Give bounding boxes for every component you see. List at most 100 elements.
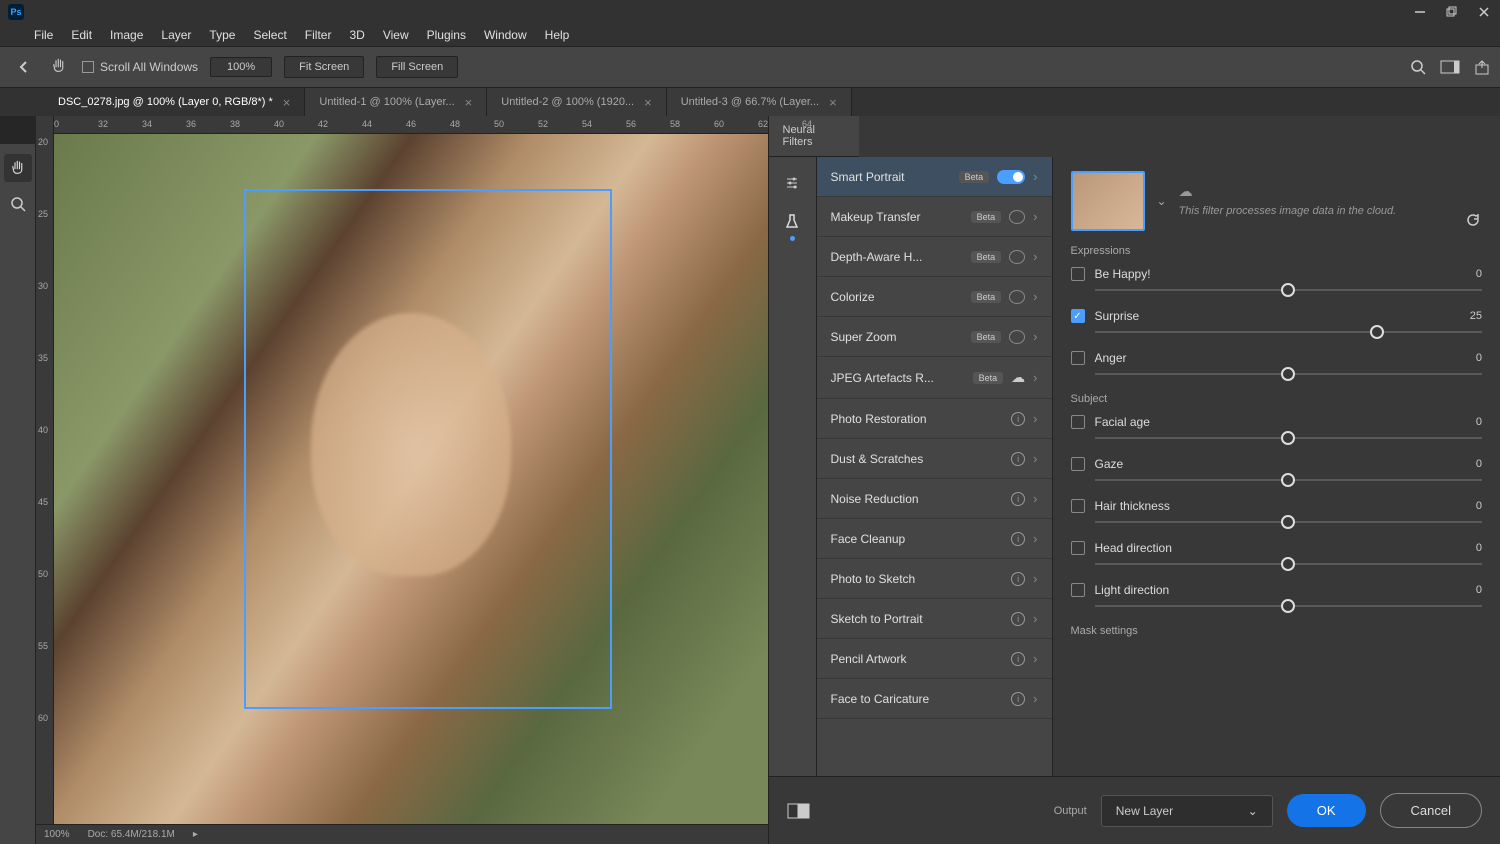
slider-track[interactable] — [1095, 373, 1483, 375]
slider-checkbox[interactable] — [1071, 583, 1085, 597]
menu-filter[interactable]: Filter — [297, 26, 340, 44]
filter-toggle[interactable] — [1009, 210, 1025, 224]
slider-checkbox[interactable] — [1071, 541, 1085, 555]
ok-button[interactable]: OK — [1287, 794, 1366, 827]
canvas[interactable] — [54, 134, 768, 824]
tab-close-icon[interactable]: × — [829, 95, 837, 110]
document-tab[interactable]: Untitled-2 @ 100% (1920...× — [487, 88, 666, 116]
filter-row[interactable]: Dust & Scratchesi› — [817, 439, 1052, 479]
info-icon[interactable]: i — [1011, 692, 1025, 706]
filter-row[interactable]: Makeup TransferBeta› — [817, 197, 1052, 237]
slider-thumb[interactable] — [1281, 473, 1295, 487]
slider-thumb[interactable] — [1281, 557, 1295, 571]
slider-thumb[interactable] — [1281, 431, 1295, 445]
slider-row: Be Happy!0 — [1071, 267, 1483, 291]
minimize-button[interactable] — [1412, 4, 1428, 20]
fill-screen-button[interactable]: Fill Screen — [376, 56, 458, 78]
menu-3d[interactable]: 3D — [341, 26, 372, 44]
fit-screen-button[interactable]: Fit Screen — [284, 56, 364, 78]
menu-select[interactable]: Select — [245, 26, 294, 44]
share-icon[interactable] — [1474, 59, 1490, 75]
slider-thumb[interactable] — [1281, 599, 1295, 613]
filter-row[interactable]: Face Cleanupi› — [817, 519, 1052, 559]
compare-icon[interactable] — [787, 801, 811, 821]
slider-thumb[interactable] — [1370, 325, 1384, 339]
filter-row[interactable]: Noise Reductioni› — [817, 479, 1052, 519]
info-icon[interactable]: i — [1011, 452, 1025, 466]
slider-track[interactable] — [1095, 521, 1483, 523]
filter-row[interactable]: Face to Caricaturei› — [817, 679, 1052, 719]
download-icon[interactable]: ☁ — [1011, 369, 1025, 386]
slider-track[interactable] — [1095, 331, 1483, 333]
workspace-icon[interactable] — [1440, 60, 1460, 74]
slider-thumb[interactable] — [1281, 283, 1295, 297]
info-icon[interactable]: i — [1011, 652, 1025, 666]
menu-type[interactable]: Type — [201, 26, 243, 44]
hand-tool-icon[interactable] — [50, 57, 70, 77]
slider-checkbox[interactable] — [1071, 499, 1085, 513]
document-tab[interactable]: Untitled-3 @ 66.7% (Layer...× — [667, 88, 852, 116]
filter-row[interactable]: Super ZoomBeta› — [817, 317, 1052, 357]
slider-track[interactable] — [1095, 289, 1483, 291]
document-tab[interactable]: DSC_0278.jpg @ 100% (Layer 0, RGB/8*) *× — [44, 88, 305, 116]
filter-row[interactable]: JPEG Artefacts R...Beta☁› — [817, 357, 1052, 399]
filter-row[interactable]: ColorizeBeta› — [817, 277, 1052, 317]
document-tab[interactable]: Untitled-1 @ 100% (Layer...× — [305, 88, 487, 116]
slider-checkbox[interactable] — [1071, 267, 1085, 281]
slider-checkbox[interactable] — [1071, 457, 1085, 471]
scroll-all-windows-option[interactable]: Scroll All Windows — [82, 60, 198, 74]
menu-image[interactable]: Image — [102, 26, 151, 44]
maximize-button[interactable] — [1444, 4, 1460, 20]
reset-icon[interactable] — [1464, 211, 1482, 229]
output-dropdown[interactable]: New Layer ⌄ — [1101, 795, 1273, 827]
close-button[interactable] — [1476, 4, 1492, 20]
home-back-button[interactable] — [10, 53, 38, 81]
zoom-level-display[interactable]: 100% — [210, 57, 272, 77]
filter-row[interactable]: Smart PortraitBeta› — [817, 157, 1052, 197]
slider-track[interactable] — [1095, 605, 1483, 607]
menu-help[interactable]: Help — [537, 26, 578, 44]
info-icon[interactable]: i — [1011, 532, 1025, 546]
filter-toggle[interactable] — [1009, 250, 1025, 264]
filter-toggle[interactable] — [1009, 290, 1025, 304]
filter-row[interactable]: Sketch to Portraiti› — [817, 599, 1052, 639]
face-thumbnail[interactable] — [1071, 171, 1145, 231]
search-icon[interactable] — [1410, 59, 1426, 75]
filter-adjust-icon[interactable] — [782, 173, 802, 193]
filter-toggle[interactable] — [1009, 330, 1025, 344]
info-icon[interactable]: i — [1011, 612, 1025, 626]
cancel-button[interactable]: Cancel — [1380, 793, 1482, 828]
info-icon[interactable]: i — [1011, 492, 1025, 506]
filter-row[interactable]: Photo to Sketchi› — [817, 559, 1052, 599]
menu-view[interactable]: View — [375, 26, 417, 44]
slider-track[interactable] — [1095, 563, 1483, 565]
slider-track[interactable] — [1095, 479, 1483, 481]
tab-close-icon[interactable]: × — [283, 95, 291, 110]
menu-file[interactable]: File — [26, 26, 61, 44]
menu-layer[interactable]: Layer — [153, 26, 199, 44]
slider-track[interactable] — [1095, 437, 1483, 439]
hand-tool[interactable] — [4, 154, 32, 182]
slider-checkbox[interactable]: ✓ — [1071, 309, 1085, 323]
menu-edit[interactable]: Edit — [63, 26, 100, 44]
filter-toggle[interactable] — [997, 170, 1025, 184]
filter-beaker-icon[interactable] — [782, 211, 802, 231]
tab-close-icon[interactable]: × — [644, 95, 652, 110]
face-selection-box[interactable] — [244, 189, 612, 709]
filter-row[interactable]: Depth-Aware H...Beta› — [817, 237, 1052, 277]
tab-close-icon[interactable]: × — [465, 95, 473, 110]
menu-plugins[interactable]: Plugins — [419, 26, 474, 44]
filter-row[interactable]: Pencil Artworki› — [817, 639, 1052, 679]
slider-thumb[interactable] — [1281, 367, 1295, 381]
status-expand-icon[interactable]: ▸ — [193, 829, 198, 840]
filter-row[interactable]: Photo Restorationi› — [817, 399, 1052, 439]
slider-checkbox[interactable] — [1071, 351, 1085, 365]
info-icon[interactable]: i — [1011, 572, 1025, 586]
info-icon[interactable]: i — [1011, 412, 1025, 426]
slider-thumb[interactable] — [1281, 515, 1295, 529]
zoom-tool[interactable] — [4, 190, 32, 218]
slider-checkbox[interactable] — [1071, 415, 1085, 429]
scroll-all-checkbox[interactable] — [82, 61, 94, 73]
chevron-down-icon[interactable]: ⌄ — [1157, 194, 1167, 208]
menu-window[interactable]: Window — [476, 26, 535, 44]
